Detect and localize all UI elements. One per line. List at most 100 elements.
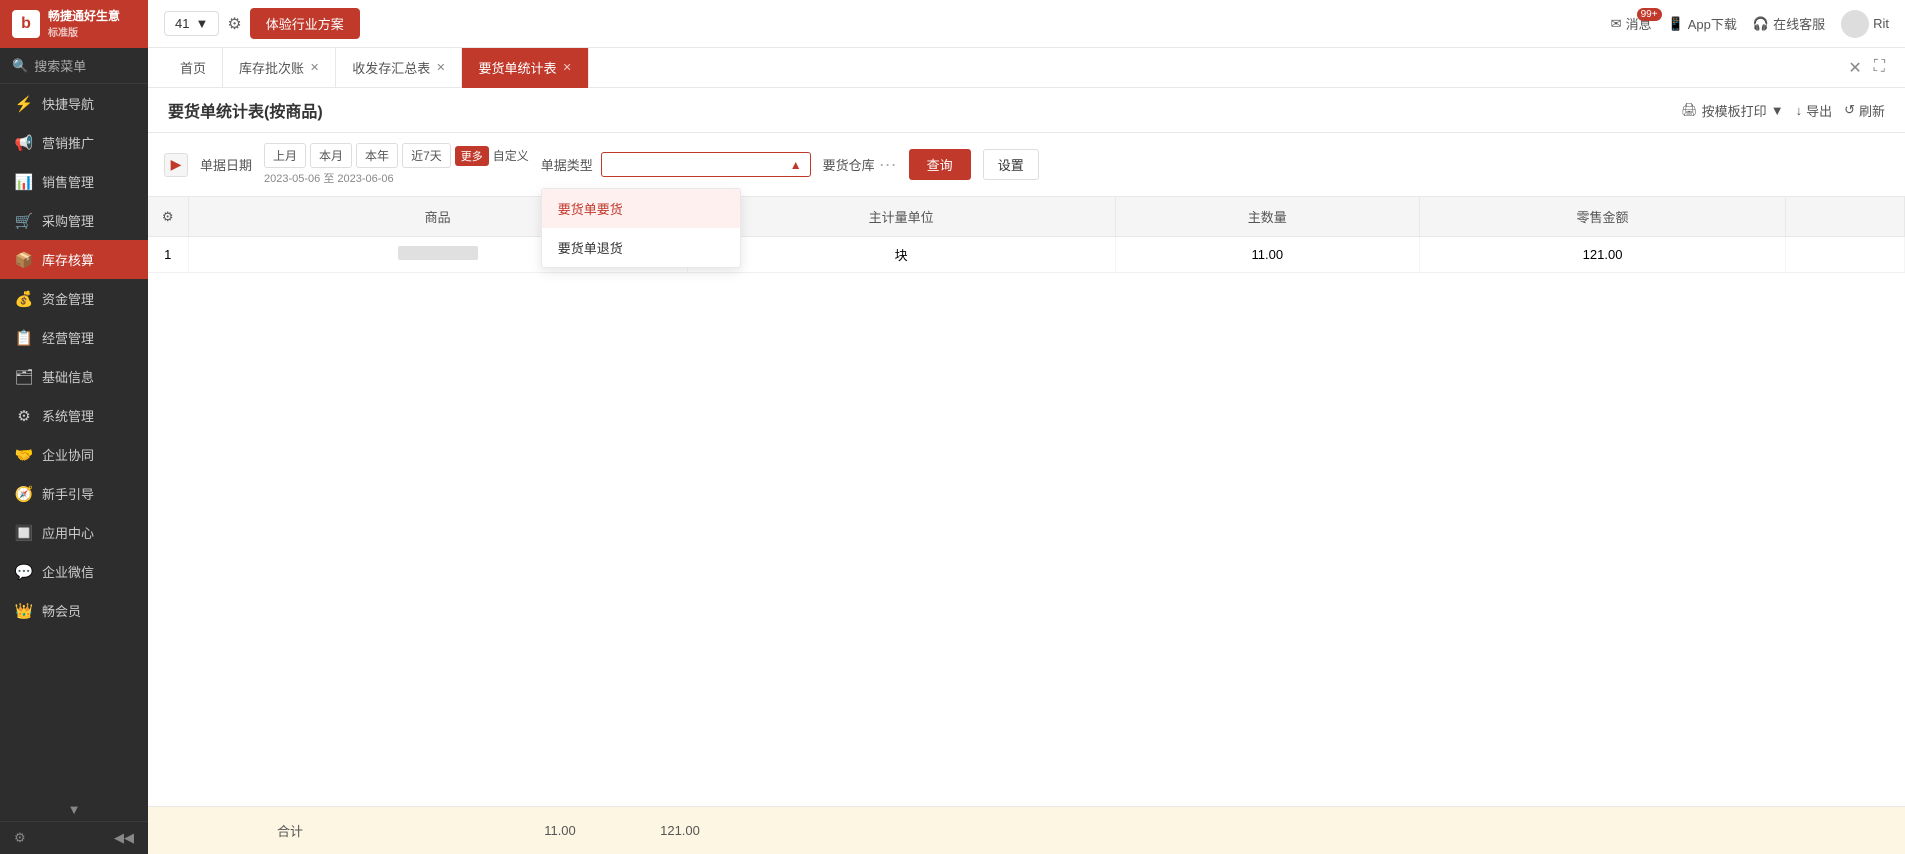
fullscreen-btn[interactable]: ⛶ <box>1870 54 1889 82</box>
store-name: 41 <box>175 16 189 31</box>
export-icon: ↓ <box>1796 103 1803 118</box>
sidebar-item-label: 新手引导 <box>42 484 94 503</box>
search-icon: 🔍 <box>12 58 28 74</box>
sidebar-item-finance[interactable]: 💰 资金管理 <box>0 279 148 318</box>
refresh-icon: ↺ <box>1844 102 1855 118</box>
tab-order-summary[interactable]: 要货单统计表 ✕ <box>462 48 588 88</box>
sidebar-item-label: 快捷导航 <box>42 94 94 113</box>
filter-bar: ▶ 单据日期 上月 本月 本年 近7天 更多 自定义 2023-05-06 至 … <box>148 133 1905 197</box>
sidebar-item-wechat[interactable]: 💬 企业微信 <box>0 552 148 591</box>
setting-button[interactable]: 设置 <box>983 149 1039 180</box>
messages-count: 99+ <box>1637 8 1662 21</box>
export-action[interactable]: ↓ 导出 <box>1796 101 1833 120</box>
type-dropdown: 要货单要货 要货单退货 <box>541 188 741 268</box>
type-input[interactable] <box>610 157 786 172</box>
row-amount: 121.00 <box>1419 237 1785 273</box>
online-service[interactable]: 🎧 在线客服 <box>1753 14 1825 33</box>
sidebar-item-member[interactable]: 👑 畅会员 <box>0 591 148 630</box>
service-label: 在线客服 <box>1773 14 1825 33</box>
tab-collection-label: 收发存汇总表 <box>352 58 430 77</box>
tab-home[interactable]: 首页 <box>164 48 223 88</box>
row-unit: 块 <box>687 237 1115 273</box>
sidebar-item-label: 资金管理 <box>42 289 94 308</box>
table-header-row: ⚙ 商品 主计量单位 主数量 零售金额 <box>148 197 1905 237</box>
date-group: 上月 本月 本年 近7天 更多 自定义 <box>264 143 529 168</box>
sidebar-item-basic[interactable]: 🗂 基础信息 <box>0 357 148 396</box>
sidebar-item-label: 库存核算 <box>42 250 94 269</box>
store-selector[interactable]: 41 ▼ <box>164 11 219 36</box>
sidebar-item-label: 系统管理 <box>42 406 94 425</box>
purchase-icon: 🛒 <box>14 212 34 230</box>
print-arrow-icon: ▼ <box>1771 103 1784 118</box>
date-custom-btn[interactable]: 自定义 <box>493 147 529 164</box>
messages-badge[interactable]: ✉ 消息 99+ <box>1611 14 1652 33</box>
app-logo: b 畅捷通好生意 标准版 <box>0 0 148 48</box>
refresh-action[interactable]: ↺ 刷新 <box>1844 101 1885 120</box>
type-arrow-icon: ▲ <box>790 158 802 172</box>
filter-expand-btn[interactable]: ▶ <box>164 153 188 177</box>
sidebar-item-purchase[interactable]: 🛒 采购管理 <box>0 201 148 240</box>
app-download[interactable]: 📱 App下载 <box>1668 14 1737 33</box>
prev-month-btn[interactable]: 上月 <box>264 143 306 168</box>
sidebar-item-label: 应用中心 <box>42 523 94 542</box>
topbar-gear-icon[interactable]: ⚙ <box>227 14 241 34</box>
warehouse-more-icon[interactable]: ··· <box>879 154 897 175</box>
footer-amount: 121.00 <box>620 819 740 842</box>
tab-batch-close[interactable]: ✕ <box>310 61 319 74</box>
user-avatar-area[interactable]: Rit <box>1841 10 1889 38</box>
tab-batch-account[interactable]: 库存批次账 ✕ <box>223 48 336 88</box>
sidebar-item-inventory[interactable]: 📦 库存核算 <box>0 240 148 279</box>
sidebar-footer: ⚙ ◀◀ <box>0 821 148 854</box>
this-year-btn[interactable]: 本年 <box>356 143 398 168</box>
tab-collection-summary[interactable]: 收发存汇总表 ✕ <box>336 48 462 88</box>
sales-icon: 📊 <box>14 173 34 191</box>
sidebar-item-operations[interactable]: 📋 经营管理 <box>0 318 148 357</box>
tab-order-label: 要货单统计表 <box>478 58 556 77</box>
col-qty: 主数量 <box>1115 197 1419 237</box>
dropdown-item-order-goods[interactable]: 要货单要货 <box>542 189 740 228</box>
row-index: 1 <box>148 237 188 273</box>
sidebar-item-cooperation[interactable]: 🤝 企业协同 <box>0 435 148 474</box>
logo-icon: b <box>12 10 40 38</box>
tab-collection-close[interactable]: ✕ <box>436 61 445 74</box>
date-filter-label: 单据日期 <box>200 155 252 174</box>
trial-button[interactable]: 体验行业方案 <box>250 8 360 39</box>
warehouse-filter: 要货仓库 ··· <box>823 154 897 175</box>
sidebar-item-label: 企业微信 <box>42 562 94 581</box>
tab-order-close[interactable]: ✕ <box>563 61 572 74</box>
tab-batch-label: 库存批次账 <box>239 58 304 77</box>
sidebar-item-system[interactable]: ⚙ 系统管理 <box>0 396 148 435</box>
search-menu[interactable]: 🔍 搜索菜单 <box>0 48 148 84</box>
sidebar-item-marketing[interactable]: 📢 营销推广 <box>0 123 148 162</box>
store-dropdown-icon: ▼ <box>195 16 208 31</box>
sidebar-item-apps[interactable]: 🔲 应用中心 <box>0 513 148 552</box>
sidebar-item-label: 经营管理 <box>42 328 94 347</box>
sidebar-item-sales[interactable]: 📊 销售管理 <box>0 162 148 201</box>
page-title: 要货单统计表(按商品) <box>168 98 323 122</box>
app-download-icon: 📱 <box>1668 16 1684 32</box>
sidebar-item-label: 采购管理 <box>42 211 94 230</box>
sidebar-settings-icon[interactable]: ⚙ <box>14 830 26 846</box>
guide-icon: 🧭 <box>14 485 34 503</box>
content-area: 要货单统计表(按商品) 🖨 按模板打印 ▼ ↓ 导出 ↺ 刷新 ▶ <box>148 88 1905 854</box>
print-action[interactable]: 🖨 按模板打印 ▼ <box>1681 101 1783 120</box>
last7days-btn[interactable]: 近7天 <box>402 143 451 168</box>
dropdown-item-order-return[interactable]: 要货单退货 <box>542 228 740 267</box>
search-button[interactable]: 查询 <box>909 149 971 180</box>
col-amount: 零售金额 <box>1419 197 1785 237</box>
type-selector[interactable]: ▲ <box>601 152 811 177</box>
sidebar-item-guide[interactable]: 🧭 新手引导 <box>0 474 148 513</box>
sidebar-item-quick-nav[interactable]: ⚡ 快捷导航 <box>0 84 148 123</box>
sidebar: b 畅捷通好生意 标准版 🔍 搜索菜单 ⚡ 快捷导航 📢 营销推广 📊 销售管理… <box>0 0 148 854</box>
close-all-tabs-btn[interactable]: ✕ <box>1844 54 1865 82</box>
warehouse-label: 要货仓库 <box>823 155 875 174</box>
col-settings[interactable]: ⚙ <box>148 197 188 237</box>
finance-icon: 💰 <box>14 290 34 308</box>
sidebar-collapse-icon[interactable]: ◀◀ <box>114 830 134 846</box>
table-row: 1 块 11.00 121.00 <box>148 237 1905 273</box>
date-more-btn[interactable]: 更多 <box>455 146 489 166</box>
sidebar-scroll-down[interactable]: ▼ <box>0 798 148 821</box>
this-month-btn[interactable]: 本月 <box>310 143 352 168</box>
table-settings-icon[interactable]: ⚙ <box>162 209 174 224</box>
footer-spacer <box>160 827 200 835</box>
